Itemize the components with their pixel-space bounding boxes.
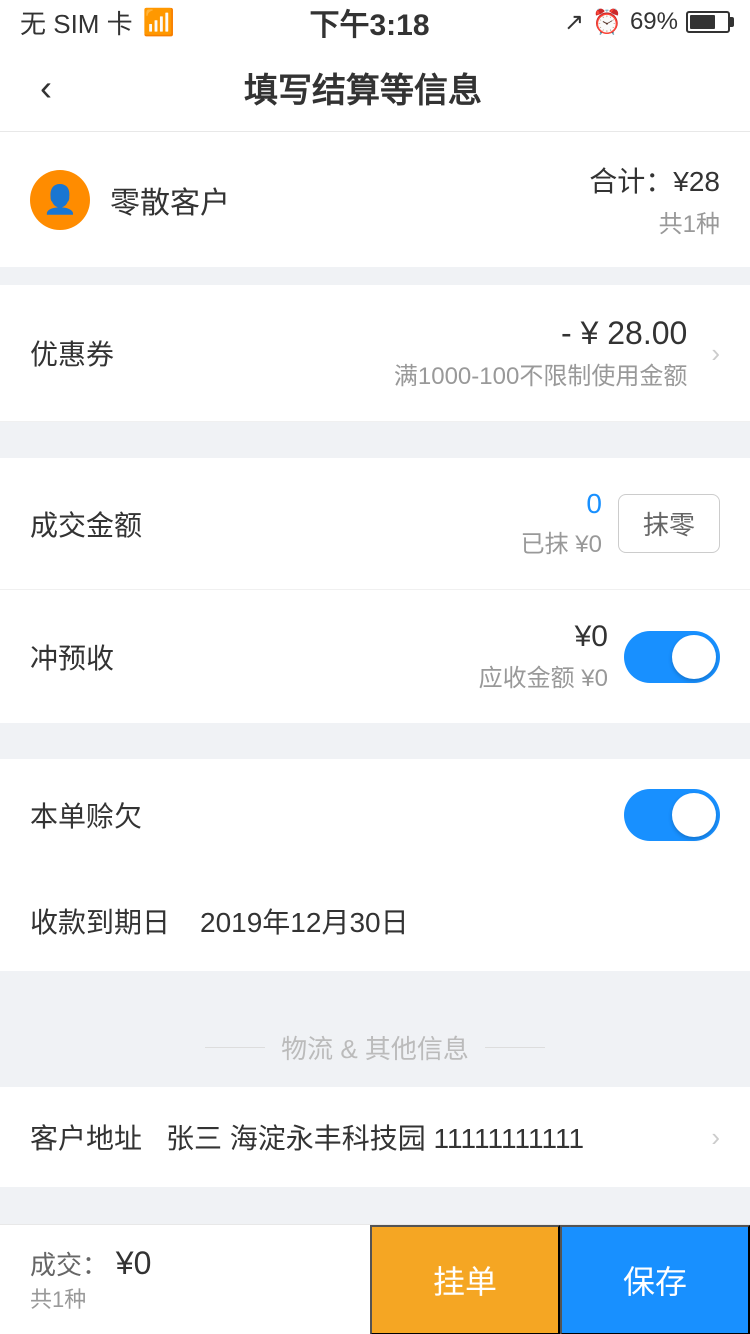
address-card: 客户地址 张三 海淀永丰科技园 11111111111 › bbox=[0, 1087, 750, 1187]
back-button[interactable]: ‹ bbox=[30, 57, 62, 119]
bottom-transaction-label: 成交： bbox=[30, 1250, 108, 1280]
avatar-icon: 👤 bbox=[43, 183, 78, 216]
bottom-count: 共1种 bbox=[30, 1282, 340, 1314]
status-bar: 无 SIM 卡 📶 下午3:18 ↗ ⏰ 69% bbox=[0, 0, 750, 44]
coupon-sub: 满1000-100不限制使用金额 bbox=[394, 356, 687, 391]
prepayment-label: 冲预收 bbox=[30, 637, 150, 677]
bottom-transaction-line: 成交： ¥0 bbox=[30, 1245, 340, 1282]
battery-percent: 69% bbox=[630, 8, 678, 36]
address-chevron: › bbox=[711, 1122, 720, 1153]
customer-total: 合计：¥28 bbox=[589, 160, 720, 200]
coupon-card: 优惠券 - ¥ 28.00 满1000-100不限制使用金额 › bbox=[0, 285, 750, 422]
address-value: 张三 海淀永丰科技园 11111111111 bbox=[166, 1117, 695, 1157]
coupon-chevron: › bbox=[711, 338, 720, 369]
due-date-value: 2019年12月30日 bbox=[200, 901, 409, 941]
transaction-sub: 已抹 ¥0 bbox=[521, 524, 602, 559]
coupon-value-block: - ¥ 28.00 满1000-100不限制使用金额 bbox=[394, 315, 687, 391]
section-divider-1 bbox=[0, 440, 750, 458]
customer-avatar: 👤 bbox=[30, 170, 90, 230]
save-button[interactable]: 保存 bbox=[560, 1225, 750, 1334]
coupon-discount: - ¥ 28.00 bbox=[394, 315, 687, 352]
coupon-right: - ¥ 28.00 满1000-100不限制使用金额 › bbox=[394, 315, 720, 391]
round-zero-button[interactable]: 抹零 bbox=[618, 494, 720, 553]
status-left: 无 SIM 卡 📶 bbox=[20, 4, 175, 41]
prepayment-sub: 应收金额 ¥0 bbox=[479, 658, 608, 693]
prepayment-toggle[interactable] bbox=[624, 631, 720, 683]
customer-name: 零散客户 bbox=[110, 178, 230, 222]
customer-left: 👤 零散客户 bbox=[30, 170, 230, 230]
debt-row: 本单赊欠 bbox=[0, 759, 750, 871]
logistics-section-header: 物流 & 其他信息 bbox=[0, 1007, 750, 1087]
debt-right bbox=[624, 789, 720, 841]
hang-button[interactable]: 挂单 bbox=[370, 1225, 560, 1334]
customer-row: 👤 零散客户 合计：¥28 共1种 bbox=[0, 132, 750, 267]
status-right: ↗ ⏰ 69% bbox=[564, 8, 730, 37]
prepayment-value-block: ¥0 应收金额 ¥0 bbox=[479, 620, 608, 693]
prepayment-right: ¥0 应收金额 ¥0 bbox=[479, 620, 720, 693]
location-icon: ↗ bbox=[564, 8, 584, 37]
transaction-right: 已抹 ¥0 抹零 bbox=[521, 488, 720, 559]
divider-right bbox=[485, 1047, 545, 1048]
transaction-row: 成交金额 已抹 ¥0 抹零 bbox=[0, 458, 750, 590]
divider-left bbox=[205, 1047, 265, 1048]
customer-right: 合计：¥28 共1种 bbox=[589, 160, 720, 239]
section-divider-3 bbox=[0, 989, 750, 1007]
due-date-row: 收款到期日 2019年12月30日 bbox=[0, 871, 750, 971]
toggle-knob bbox=[672, 635, 716, 679]
address-label: 客户地址 bbox=[30, 1117, 150, 1157]
debt-label: 本单赊欠 bbox=[30, 795, 150, 835]
address-row[interactable]: 客户地址 张三 海淀永丰科技园 11111111111 › bbox=[0, 1087, 750, 1187]
bottom-left: 成交： ¥0 共1种 bbox=[0, 1245, 370, 1314]
coupon-label: 优惠券 bbox=[30, 333, 150, 373]
page-title: 填写结算等信息 bbox=[62, 63, 664, 112]
alarm-icon: ⏰ bbox=[592, 8, 622, 37]
wifi-icon: 📶 bbox=[143, 7, 175, 38]
time-label: 下午3:18 bbox=[309, 0, 429, 44]
transaction-value-block: 已抹 ¥0 bbox=[521, 488, 602, 559]
nav-bar: ‹ 填写结算等信息 bbox=[0, 44, 750, 132]
transaction-card: 成交金额 已抹 ¥0 抹零 冲预收 ¥0 应收金额 ¥0 bbox=[0, 458, 750, 723]
logistics-label: 物流 & 其他信息 bbox=[281, 1029, 469, 1066]
transaction-input[interactable] bbox=[522, 488, 602, 520]
transaction-label: 成交金额 bbox=[30, 504, 150, 544]
bottom-bar: 成交： ¥0 共1种 挂单 保存 bbox=[0, 1224, 750, 1334]
debt-toggle-knob bbox=[672, 793, 716, 837]
debt-toggle[interactable] bbox=[624, 789, 720, 841]
carrier-label: 无 SIM 卡 bbox=[20, 4, 133, 41]
bottom-transaction-amount: ¥0 bbox=[116, 1245, 152, 1281]
section-divider-2 bbox=[0, 741, 750, 759]
customer-count: 共1种 bbox=[589, 204, 720, 239]
prepayment-amount: ¥0 bbox=[479, 620, 608, 654]
content: 👤 零散客户 合计：¥28 共1种 优惠券 - ¥ 28.00 满1000-10… bbox=[0, 132, 750, 1325]
due-date-label: 收款到期日 bbox=[30, 901, 170, 941]
debt-card: 本单赊欠 收款到期日 2019年12月30日 bbox=[0, 759, 750, 971]
battery-icon bbox=[686, 11, 730, 33]
coupon-row[interactable]: 优惠券 - ¥ 28.00 满1000-100不限制使用金额 › bbox=[0, 285, 750, 422]
prepayment-row: 冲预收 ¥0 应收金额 ¥0 bbox=[0, 590, 750, 723]
